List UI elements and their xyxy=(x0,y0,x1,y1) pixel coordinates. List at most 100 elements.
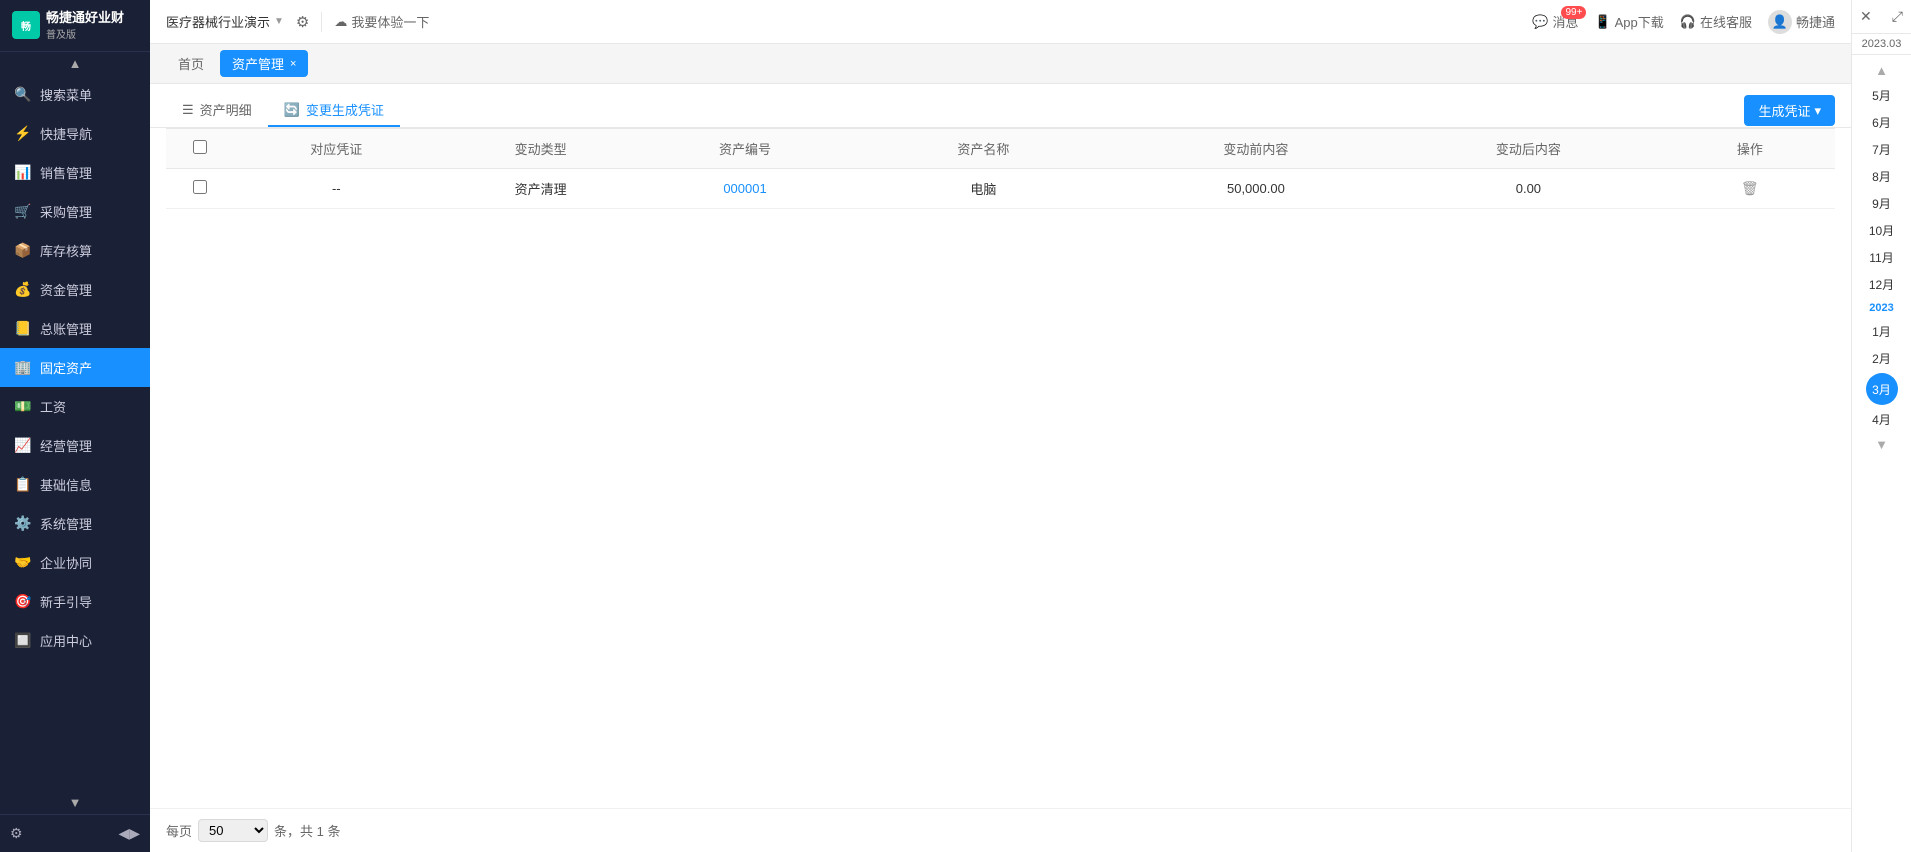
sidebar-item-guide-label: 新手引导 xyxy=(40,592,92,611)
tab-asset-management[interactable]: 资产管理 × xyxy=(220,50,308,77)
collapse-icon[interactable]: ◀▶ xyxy=(118,825,140,842)
search-icon: 🔍 xyxy=(14,85,32,103)
year-2023-label: 2023 xyxy=(1869,298,1893,318)
month-item-8[interactable]: 8月 xyxy=(1861,164,1903,189)
sidebar-item-sales[interactable]: 📊 销售管理 xyxy=(0,153,150,192)
generate-dropdown-icon: ▾ xyxy=(1814,103,1821,119)
fund-icon: 💰 xyxy=(14,280,32,298)
topbar-divider xyxy=(321,12,322,32)
table-container: 对应凭证 变动类型 资产编号 资产名称 变动前内容 xyxy=(150,128,1851,808)
main-area: 医疗器械行业演示 ▼ ⚙ ☁ 我要体验一下 💬 消息 99+ 📱 App下载 🎧… xyxy=(150,0,1851,852)
month-item-2023-3[interactable]: 3月 xyxy=(1866,373,1898,405)
sidebar-nav: 🔍 搜索菜单 ⚡ 快捷导航 📊 销售管理 🛒 采购管理 📦 库存核算 💰 资金管… xyxy=(0,75,150,791)
payroll-icon: 💵 xyxy=(14,397,32,415)
content-area: ☰ 资产明细 🔄 变更生成凭证 生成凭证 ▾ xyxy=(150,84,1851,852)
header-before-content: 变动前内容 xyxy=(1120,129,1392,169)
sidebar-item-quick-nav[interactable]: ⚡ 快捷导航 xyxy=(0,114,150,153)
avatar-icon: 👤 xyxy=(1772,14,1788,30)
header-voucher: 对应凭证 xyxy=(234,129,438,169)
tab-change-voucher[interactable]: 🔄 变更生成凭证 xyxy=(268,94,400,127)
settings-icon[interactable]: ⚙ xyxy=(10,825,23,842)
topbar-right: 💬 消息 99+ 📱 App下载 🎧 在线客服 👤 畅捷通 xyxy=(1532,10,1835,34)
month-scroll-down[interactable]: ▼ xyxy=(1871,433,1892,456)
per-page-select[interactable]: 10 20 50 100 xyxy=(198,819,268,842)
row-checkbox[interactable] xyxy=(193,180,207,194)
settings-button[interactable]: ⚙ xyxy=(296,13,309,31)
app-icon: 📱 xyxy=(1594,14,1610,30)
month-item-2023-1[interactable]: 1月 xyxy=(1861,319,1903,344)
sidebar-item-search[interactable]: 🔍 搜索菜单 xyxy=(0,75,150,114)
asset-table: 对应凭证 变动类型 资产编号 资产名称 变动前内容 xyxy=(166,128,1835,209)
month-item-9[interactable]: 9月 xyxy=(1861,191,1903,216)
header-asset-name: 资产名称 xyxy=(847,129,1119,169)
row-operation: 🗑 xyxy=(1665,169,1835,209)
tab-home[interactable]: 首页 xyxy=(166,50,216,77)
row-asset-code: 000001 xyxy=(643,169,847,209)
app-download-button[interactable]: 📱 App下载 xyxy=(1594,12,1663,31)
month-scroll-up[interactable]: ▲ xyxy=(1871,59,1892,82)
tab-asset-management-label: 资产管理 xyxy=(232,54,284,73)
service-label: 在线客服 xyxy=(1700,12,1752,31)
logo-text: 畅 xyxy=(21,18,31,33)
row-voucher: -- xyxy=(234,169,438,209)
month-item-2023-2[interactable]: 2月 xyxy=(1861,346,1903,371)
month-item-12[interactable]: 12月 xyxy=(1861,272,1903,297)
sidebar-item-quick-nav-label: 快捷导航 xyxy=(40,124,92,143)
sales-icon: 📊 xyxy=(14,163,32,181)
sidebar-scroll-down[interactable]: ▼ xyxy=(0,791,150,814)
online-service-button[interactable]: 🎧 在线客服 xyxy=(1680,12,1752,31)
month-item-6[interactable]: 6月 xyxy=(1861,110,1903,135)
sidebar-item-guide[interactable]: 🎯 新手引导 xyxy=(0,582,150,621)
select-all-checkbox[interactable] xyxy=(193,140,207,154)
tab-close-icon[interactable]: × xyxy=(290,58,296,70)
sidebar-item-purchase[interactable]: 🛒 采购管理 xyxy=(0,192,150,231)
header-after-content: 变动后内容 xyxy=(1392,129,1664,169)
inner-tabs: ☰ 资产明细 🔄 变更生成凭证 生成凭证 ▾ xyxy=(150,84,1851,128)
sidebar-title-group: 畅捷通好业财 普及版 xyxy=(46,10,124,41)
delete-row-button[interactable]: 🗑 xyxy=(1741,180,1759,196)
year-month-list: ▲ 5月 6月 7月 8月 9月 10月 11月 12月 2023 1月 2月 … xyxy=(1852,55,1911,852)
sidebar-item-app-center-label: 应用中心 xyxy=(40,631,92,650)
sidebar-item-inventory-label: 库存核算 xyxy=(40,241,92,260)
month-item-10[interactable]: 10月 xyxy=(1861,218,1903,243)
right-panel-date-label: 2023.03 xyxy=(1852,34,1911,55)
message-button[interactable]: 💬 消息 99+ xyxy=(1532,12,1578,31)
sidebar-item-payroll[interactable]: 💵 工资 xyxy=(0,387,150,426)
enterprise-icon: 🤝 xyxy=(14,553,32,571)
sidebar-footer: ⚙ ◀▶ xyxy=(0,814,150,852)
tab-asset-detail[interactable]: ☰ 资产明细 xyxy=(166,94,268,127)
header-change-type: 变动类型 xyxy=(438,129,642,169)
generate-voucher-button[interactable]: 生成凭证 ▾ xyxy=(1744,95,1835,126)
header-operation: 操作 xyxy=(1665,129,1835,169)
tab-asset-detail-label: 资产明细 xyxy=(200,100,252,119)
sidebar-item-app-center[interactable]: 🔲 应用中心 xyxy=(0,621,150,660)
sidebar-item-fund[interactable]: 💰 资金管理 xyxy=(0,270,150,309)
sidebar-item-ledger[interactable]: 📒 总账管理 xyxy=(0,309,150,348)
month-item-5[interactable]: 5月 xyxy=(1861,83,1903,108)
change-voucher-icon: 🔄 xyxy=(284,102,300,118)
company-dropdown-icon: ▼ xyxy=(274,16,284,27)
company-selector[interactable]: 医疗器械行业演示 ▼ xyxy=(166,12,284,31)
sidebar-item-inventory[interactable]: 📦 库存核算 xyxy=(0,231,150,270)
sidebar-item-basic-info[interactable]: 📋 基础信息 xyxy=(0,465,150,504)
sidebar-item-payroll-label: 工资 xyxy=(40,397,66,416)
experience-button[interactable]: ☁ 我要体验一下 xyxy=(334,12,429,31)
topbar: 医疗器械行业演示 ▼ ⚙ ☁ 我要体验一下 💬 消息 99+ 📱 App下载 🎧… xyxy=(150,0,1851,44)
pagination: 每页 10 20 50 100 条，共 1 条 xyxy=(150,808,1851,852)
sidebar: 畅 畅捷通好业财 普及版 ▲ 🔍 搜索菜单 ⚡ 快捷导航 📊 销售管理 🛒 采购… xyxy=(0,0,150,852)
system-icon: ⚙️ xyxy=(14,514,32,532)
tab-change-voucher-label: 变更生成凭证 xyxy=(306,100,384,119)
sidebar-item-system[interactable]: ⚙️ 系统管理 xyxy=(0,504,150,543)
month-item-11[interactable]: 11月 xyxy=(1861,245,1903,270)
sidebar-item-enterprise[interactable]: 🤝 企业协同 xyxy=(0,543,150,582)
month-item-2023-4[interactable]: 4月 xyxy=(1861,407,1903,432)
sidebar-item-operations[interactable]: 📈 经营管理 xyxy=(0,426,150,465)
right-panel-close-icon[interactable]: ✕ xyxy=(1860,8,1872,25)
sidebar-item-fixed-assets[interactable]: 🏢 固定资产 xyxy=(0,348,150,387)
month-item-7[interactable]: 7月 xyxy=(1861,137,1903,162)
sidebar-item-fixed-assets-label: 固定资产 xyxy=(40,358,92,377)
sidebar-scroll-up[interactable]: ▲ xyxy=(0,52,150,75)
user-menu[interactable]: 👤 畅捷通 xyxy=(1768,10,1835,34)
quick-nav-icon: ⚡ xyxy=(14,124,32,142)
right-panel-expand-icon[interactable]: ⤢ xyxy=(1892,8,1903,25)
